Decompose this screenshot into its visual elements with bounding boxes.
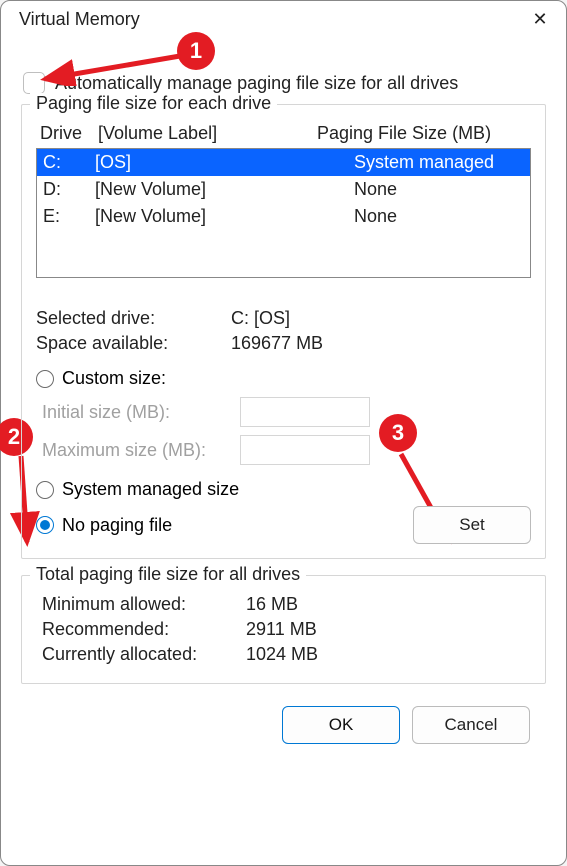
header-drive: Drive xyxy=(40,123,98,144)
initial-size-label: Initial size (MB): xyxy=(42,402,232,423)
recommended-label: Recommended: xyxy=(36,619,246,640)
drive-letter: E: xyxy=(43,206,95,227)
currently-allocated-label: Currently allocated: xyxy=(36,644,246,665)
total-legend: Total paging file size for all drives xyxy=(30,564,306,585)
drive-volume: [OS] xyxy=(95,152,324,173)
drive-list[interactable]: C: [OS] System managed D: [New Volume] N… xyxy=(36,148,531,278)
min-allowed-label: Minimum allowed: xyxy=(36,594,246,615)
set-button[interactable]: Set xyxy=(413,506,531,544)
header-size: Paging File Size (MB) xyxy=(317,123,527,144)
drive-size: System managed xyxy=(324,152,524,173)
drive-size: None xyxy=(324,179,524,200)
per-drive-group: Paging file size for each drive Drive [V… xyxy=(21,104,546,559)
virtual-memory-dialog: Virtual Memory ✕ 1 2 3 Automatically man… xyxy=(0,0,567,866)
drive-row[interactable]: E: [New Volume] None xyxy=(37,203,530,230)
no-paging-file-radio[interactable] xyxy=(36,516,54,534)
space-available-label: Space available: xyxy=(36,333,231,354)
cancel-button[interactable]: Cancel xyxy=(412,706,530,744)
per-drive-legend: Paging file size for each drive xyxy=(30,93,277,114)
selected-drive-label: Selected drive: xyxy=(36,308,231,329)
drive-volume: [New Volume] xyxy=(95,179,324,200)
window-title: Virtual Memory xyxy=(19,9,140,30)
maximum-size-label: Maximum size (MB): xyxy=(42,440,232,461)
currently-allocated-value: 1024 MB xyxy=(246,644,318,665)
drive-volume: [New Volume] xyxy=(95,206,324,227)
recommended-value: 2911 MB xyxy=(246,619,317,640)
no-paging-file-label: No paging file xyxy=(62,515,172,536)
drive-letter: C: xyxy=(43,152,95,173)
total-group: Total paging file size for all drives Mi… xyxy=(21,575,546,684)
system-managed-label: System managed size xyxy=(62,479,239,500)
maximum-size-input[interactable] xyxy=(240,435,370,465)
system-managed-radio[interactable] xyxy=(36,481,54,499)
drive-table-header: Drive [Volume Label] Paging File Size (M… xyxy=(36,117,531,148)
space-available-value: 169677 MB xyxy=(231,333,323,354)
initial-size-input[interactable] xyxy=(240,397,370,427)
drive-row[interactable]: C: [OS] System managed xyxy=(37,149,530,176)
custom-size-radio[interactable] xyxy=(36,370,54,388)
min-allowed-value: 16 MB xyxy=(246,594,298,615)
drive-row[interactable]: D: [New Volume] None xyxy=(37,176,530,203)
auto-manage-label: Automatically manage paging file size fo… xyxy=(55,73,458,94)
drive-letter: D: xyxy=(43,179,95,200)
custom-size-label: Custom size: xyxy=(62,368,166,389)
annotation-badge-1: 1 xyxy=(177,32,215,70)
selected-drive-value: C: [OS] xyxy=(231,308,290,329)
drive-size: None xyxy=(324,206,524,227)
close-icon[interactable]: ✕ xyxy=(526,9,554,30)
ok-button[interactable]: OK xyxy=(282,706,400,744)
header-volume: [Volume Label] xyxy=(98,123,317,144)
auto-manage-checkbox[interactable] xyxy=(23,72,45,94)
title-bar: Virtual Memory ✕ xyxy=(1,1,566,34)
